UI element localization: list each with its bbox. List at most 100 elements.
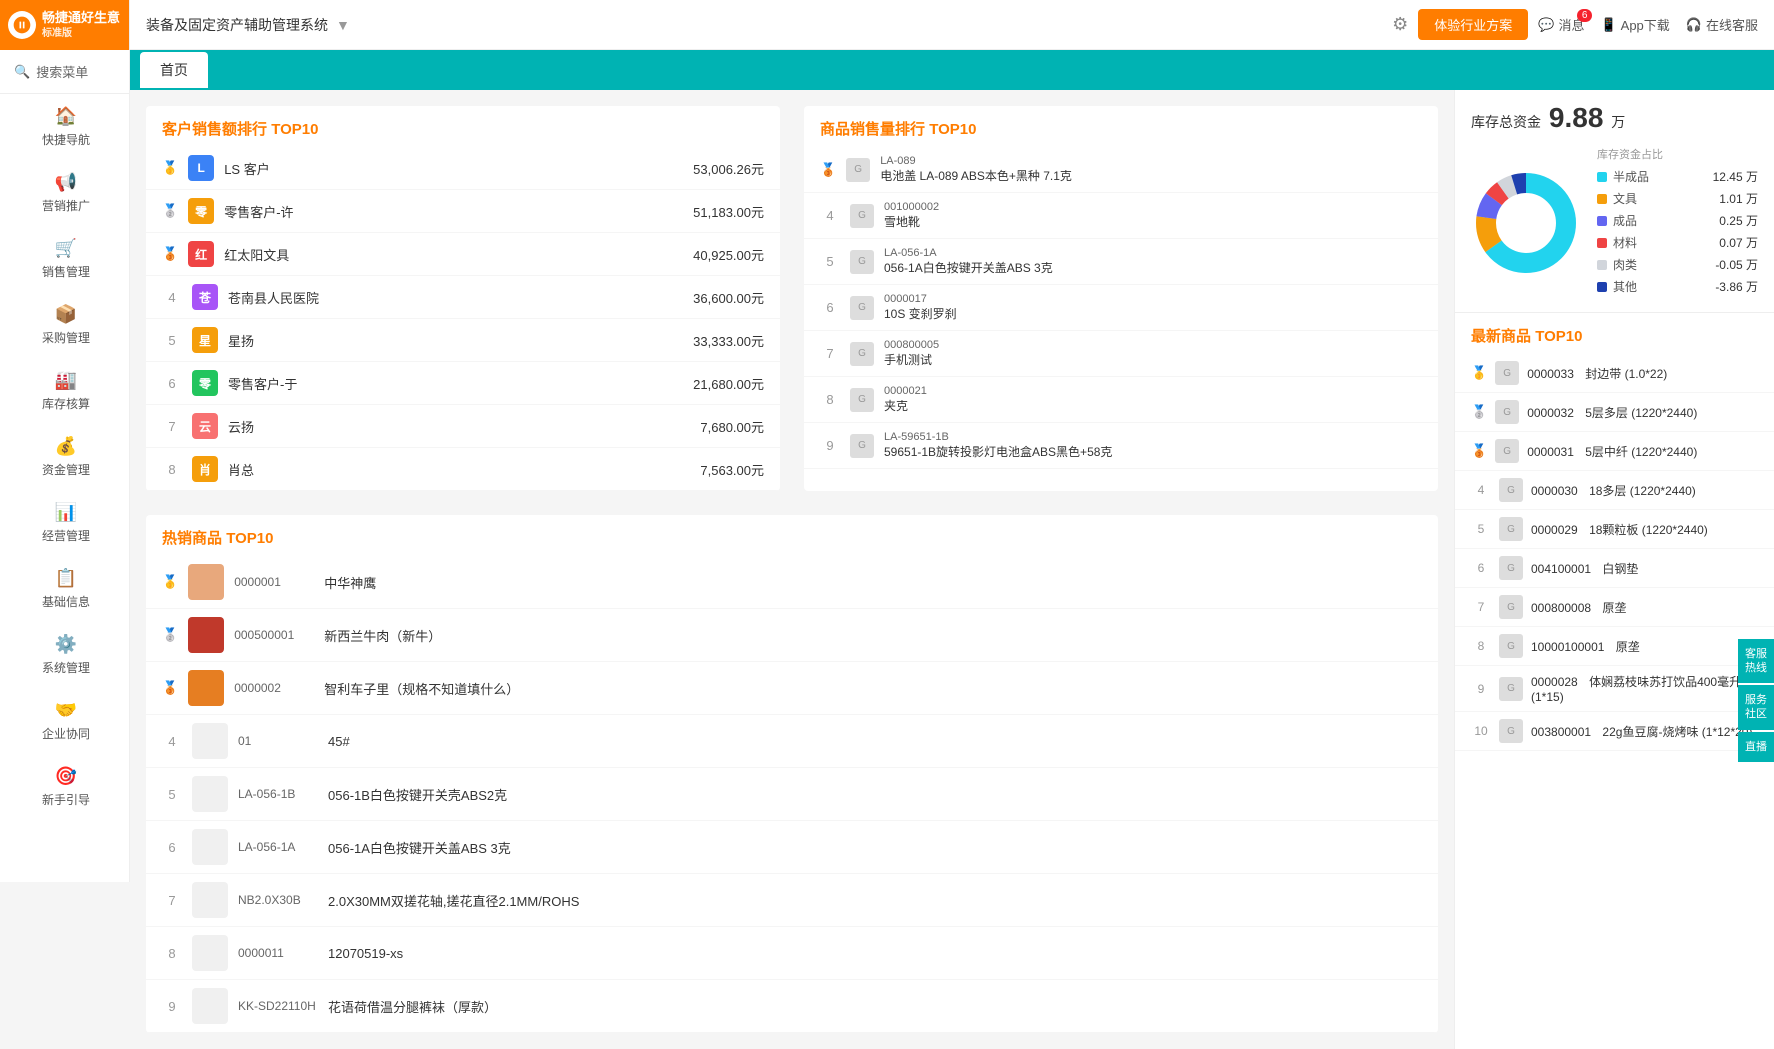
medal-icon: 🥉: [162, 246, 178, 262]
product-thumb: [192, 935, 228, 971]
app-name-text: 畅捷通好生意 标准版: [42, 10, 120, 40]
sidebar-item-purchase[interactable]: 📦 采购管理: [0, 292, 129, 358]
sidebar-item-cooperation[interactable]: 🤝 企业协同: [0, 688, 129, 754]
list-item: 🥈 000500001 新西兰牛肉（新牛）: [146, 609, 1438, 662]
sidebar-item-system[interactable]: ⚙️ 系统管理: [0, 622, 129, 688]
list-item: 7 G 000800008 原垄: [1455, 588, 1774, 627]
medal-icon: 🥇: [162, 160, 178, 176]
product-thumb: [192, 776, 228, 812]
product-thumb: [188, 564, 224, 600]
trial-button[interactable]: 体验行业方案: [1418, 9, 1528, 40]
message-button[interactable]: 💬 消息 6: [1538, 15, 1584, 34]
legend-color-dot: [1597, 216, 1607, 226]
medal-icon: 🥇: [1471, 365, 1487, 381]
product-thumb: [192, 723, 228, 759]
product-thumb: G: [1499, 478, 1523, 502]
settings-gear-icon[interactable]: ⚙: [1392, 14, 1408, 35]
online-service-button[interactable]: 🎧 在线客服: [1686, 15, 1758, 34]
sidebar-item-guide[interactable]: 🎯 新手引导: [0, 754, 129, 820]
sidebar-item-operations[interactable]: 📊 经营管理: [0, 490, 129, 556]
product-thumb: G: [1499, 556, 1523, 580]
customer-service-button[interactable]: 客服 热线: [1738, 639, 1774, 684]
list-item: 5 LA-056-1B 056-1B白色按键开关壳ABS2克: [146, 768, 1438, 821]
product-thumb: G: [1499, 517, 1523, 541]
list-item: 8 G 10000100001 原垄: [1455, 627, 1774, 666]
product-thumb: G: [1499, 719, 1523, 743]
sidebar-item-sales[interactable]: 🛒 销售管理: [0, 226, 129, 292]
list-item: 🥉 G 0000031 5层中纤 (1220*2440): [1455, 432, 1774, 471]
legend-item: 材料 0.07 万: [1597, 234, 1758, 251]
product-thumb: [188, 617, 224, 653]
list-item: 10 G 003800001 22g鱼豆腐-烧烤味 (1*12*20): [1455, 712, 1774, 751]
hot-products-title: 热销商品 TOP10: [146, 515, 1438, 556]
inventory-chart: 库存资金占比 半成品 12.45 万 文具 1.01 万: [1471, 146, 1758, 300]
box-icon: 📦: [55, 304, 77, 325]
product-ranking-title: 商品销售量排行 TOP10: [804, 106, 1438, 147]
customer-ranking-list: 🥇 L LS 客户 53,006.26元 🥈 零 零售客户-许 51,183.0…: [146, 147, 780, 491]
legend-color-dot: [1597, 260, 1607, 270]
handshake-icon: 🤝: [55, 700, 77, 721]
product-thumb: G: [850, 342, 874, 366]
tabbar: 首页: [130, 50, 1774, 90]
product-thumb: [192, 988, 228, 1024]
sidebar-item-basic-info[interactable]: 📋 基础信息: [0, 556, 129, 622]
warehouse-icon: 🏭: [55, 370, 77, 391]
table-row: 8 G 0000021 夹克: [804, 377, 1438, 423]
medal-icon: 🥉: [162, 680, 178, 696]
table-row: 4 G 001000002 雪地靴: [804, 193, 1438, 239]
list-item: 4 G 0000030 18多层 (1220*2440): [1455, 471, 1774, 510]
product-thumb: G: [850, 434, 874, 458]
inventory-legend: 库存资金占比 半成品 12.45 万 文具 1.01 万: [1597, 146, 1758, 300]
search-icon: 🔍: [14, 64, 30, 80]
service-community-button[interactable]: 服务 社区: [1738, 685, 1774, 730]
message-icon: 💬: [1538, 17, 1554, 33]
legend-color-dot: [1597, 194, 1607, 204]
avatar: 肖: [192, 456, 218, 482]
legend-item: 半成品 12.45 万: [1597, 168, 1758, 185]
product-thumb: G: [846, 158, 870, 182]
product-thumb: G: [850, 296, 874, 320]
product-thumb: G: [1495, 361, 1519, 385]
product-thumb: G: [850, 250, 874, 274]
product-thumb: [188, 670, 224, 706]
product-thumb: G: [1499, 634, 1523, 658]
search-menu-button[interactable]: 🔍 搜索菜单: [8, 58, 121, 85]
legend-color-dot: [1597, 238, 1607, 248]
product-thumb: [192, 882, 228, 918]
legend-item: 肉类 -0.05 万: [1597, 256, 1758, 273]
megaphone-icon: 📢: [55, 172, 77, 193]
topbar: 装备及固定资产辅助管理系统 ▼ ⚙ 体验行业方案 💬 消息 6 📱 App下载 …: [130, 0, 1774, 50]
product-thumb: G: [1495, 439, 1519, 463]
avatar: 云: [192, 413, 218, 439]
avatar: 零: [188, 198, 214, 224]
sidebar-item-inventory[interactable]: 🏭 库存核算: [0, 358, 129, 424]
legend-color-dot: [1597, 282, 1607, 292]
cart-icon: 🛒: [55, 238, 77, 259]
left-panel: 客户销售额排行 TOP10 🥇 L LS 客户 53,006.26元 🥈 零: [130, 90, 1454, 1049]
table-row: 7 云 云扬 7,680.00元: [146, 405, 780, 448]
table-row: 7 G 000800005 手机测试: [804, 331, 1438, 377]
topbar-right: 💬 消息 6 📱 App下载 🎧 在线客服: [1538, 15, 1758, 34]
hot-products-section: 热销商品 TOP10 🥇 0000001 中华神鹰 🥈 000500001: [146, 515, 1438, 1033]
app-download-button[interactable]: 📱 App下载: [1600, 15, 1669, 34]
list-item: 6 G 004100001 白钢垫: [1455, 549, 1774, 588]
mobile-icon: 📱: [1600, 17, 1616, 33]
clipboard-icon: 📋: [55, 568, 77, 589]
hot-products-list: 🥇 0000001 中华神鹰 🥈 000500001 新西兰牛肉（新牛）: [146, 556, 1438, 1033]
main-area: 装备及固定资产辅助管理系统 ▼ ⚙ 体验行业方案 💬 消息 6 📱 App下载 …: [130, 0, 1774, 1049]
live-stream-button[interactable]: 直播: [1738, 732, 1774, 762]
product-thumb: G: [1499, 677, 1523, 701]
legend-color-dot: [1597, 172, 1607, 182]
table-row: 🥈 零 零售客户-许 51,183.00元: [146, 190, 780, 233]
table-row: 🥉 红 红太阳文具 40,925.00元: [146, 233, 780, 276]
sidebar-item-marketing[interactable]: 📢 营销推广: [0, 160, 129, 226]
sidebar-item-quick-nav[interactable]: 🏠 快捷导航: [0, 94, 129, 160]
legend-item: 其他 -3.86 万: [1597, 278, 1758, 295]
sidebar-item-finance[interactable]: 💰 资金管理: [0, 424, 129, 490]
headset-icon: 🎧: [1686, 17, 1702, 33]
tab-home[interactable]: 首页: [140, 52, 208, 88]
sidebar-search-area[interactable]: 🔍 搜索菜单: [0, 50, 129, 94]
list-item: 🥉 0000002 智利车子里（规格不知道填什么）: [146, 662, 1438, 715]
topbar-title: 装备及固定资产辅助管理系统 ▼: [146, 15, 1382, 35]
product-thumb: [192, 829, 228, 865]
